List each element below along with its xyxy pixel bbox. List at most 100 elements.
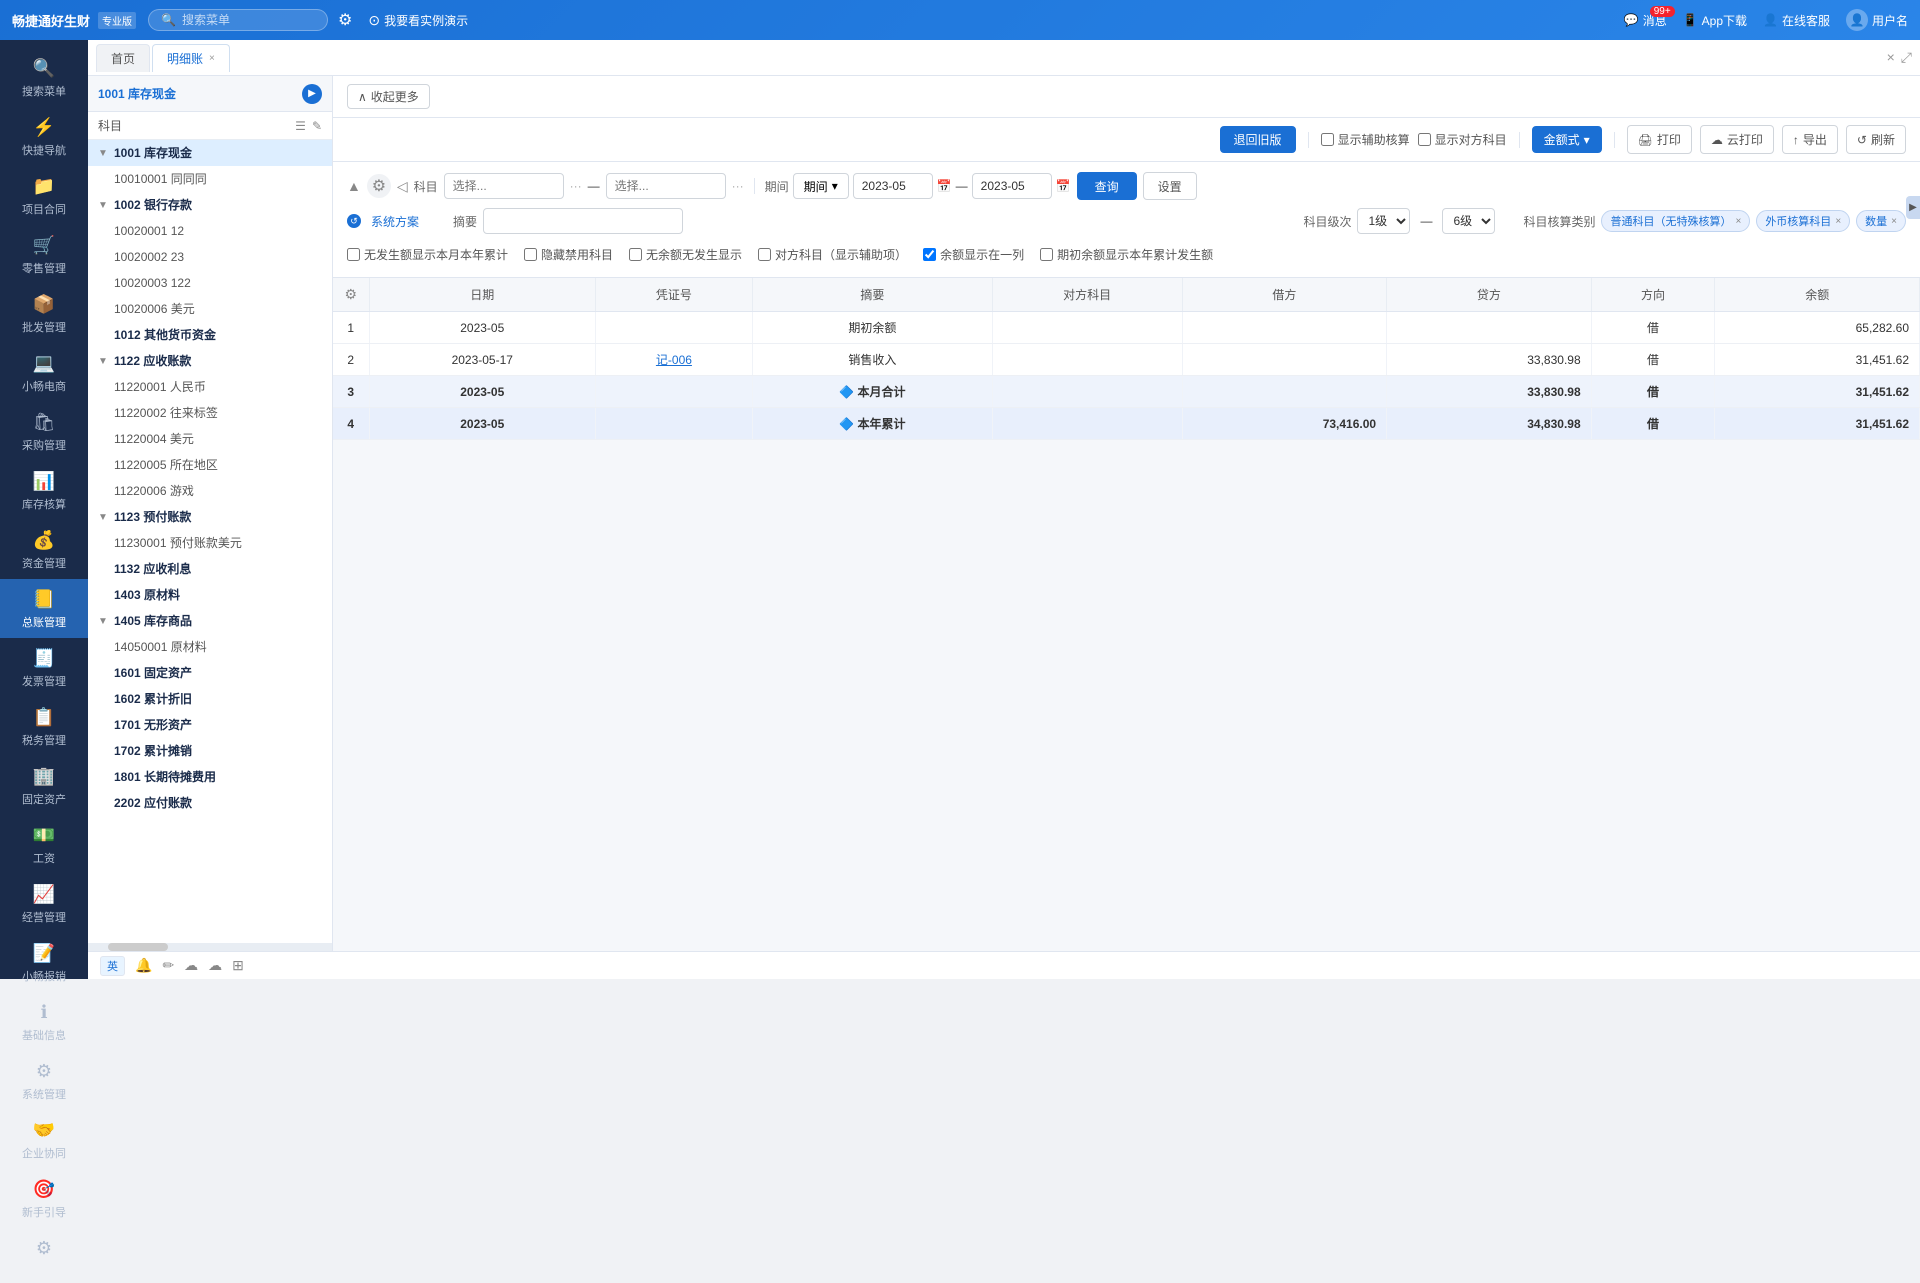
sidebar-item-search[interactable]: 🔍 搜索菜单	[0, 48, 88, 107]
sidebar-item-ecommerce[interactable]: 💻 小畅电商	[0, 343, 88, 402]
sidebar-item-capital[interactable]: 💰 资金管理	[0, 520, 88, 579]
show-aux-accounting-checkbox[interactable]: 显示辅助核算	[1321, 131, 1410, 148]
export-button[interactable]: ↑ 导出	[1782, 125, 1838, 154]
tree-item[interactable]: 10020001 12	[88, 218, 332, 244]
tag-close-icon[interactable]: ×	[1735, 216, 1741, 227]
tree-item[interactable]: 1702 累计摊销	[88, 738, 332, 764]
account-more-icon[interactable]: ···	[570, 179, 582, 193]
tree-item[interactable]: 11220001 人民币	[88, 374, 332, 400]
lang-button[interactable]: 英	[100, 956, 125, 976]
period-type-button[interactable]: 期间 ▾	[793, 173, 849, 199]
sidebar-item-operations[interactable]: 📈 经营管理	[0, 874, 88, 933]
no-balance-input[interactable]	[347, 248, 360, 261]
period-end-input[interactable]	[972, 173, 1052, 199]
sidebar-item-project[interactable]: 📁 项目合同	[0, 166, 88, 225]
tree-item[interactable]: ▼ 1001 库存现金	[88, 140, 332, 166]
tab-close-icon[interactable]: ×	[209, 53, 215, 64]
tree-item[interactable]: 1801 长期待摊费用	[88, 764, 332, 790]
level-start-select[interactable]: 1级2级3级	[1357, 208, 1410, 234]
refresh-button[interactable]: ↺ 刷新	[1846, 125, 1906, 154]
level-end-select[interactable]: 6级5级4级	[1442, 208, 1495, 234]
back-old-version-button[interactable]: 退回旧版	[1220, 126, 1296, 153]
tree-item[interactable]: 1602 累计折旧	[88, 686, 332, 712]
sidebar-item-ledger[interactable]: 📒 总账管理	[0, 579, 88, 638]
sidebar-item-salary[interactable]: 💵 工资	[0, 815, 88, 874]
sidebar-item-cooperation[interactable]: 🤝 企业协同	[0, 1110, 88, 1169]
tree-item[interactable]: 10020003 122	[88, 270, 332, 296]
cloud-icon-1[interactable]: ☁	[184, 957, 198, 974]
query-scheme-arrow[interactable]: ▲	[347, 178, 361, 194]
tree-item[interactable]: 10010001 同同同	[88, 166, 332, 192]
edit-icon[interactable]: ✏	[162, 957, 174, 974]
tag-quantity[interactable]: 数量 ×	[1856, 210, 1906, 232]
balance-one-col-checkbox[interactable]: 余额显示在一列	[923, 246, 1024, 263]
summary-input[interactable]	[483, 208, 683, 234]
show-aux-accounting-input[interactable]	[1321, 133, 1334, 146]
online-service-button[interactable]: 👤 在线客服	[1763, 12, 1830, 29]
tree-item[interactable]: 11220002 往来标签	[88, 400, 332, 426]
top-search-box[interactable]: 🔍	[148, 9, 328, 31]
table-settings-icon[interactable]: ⚙	[344, 286, 357, 302]
cloud-icon-2[interactable]: ☁	[208, 957, 222, 974]
settings-icon[interactable]: ⚙	[338, 10, 352, 30]
tree-item[interactable]: 10020002 23	[88, 244, 332, 270]
grid-icon[interactable]: ⊞	[232, 957, 244, 974]
settings-wheel-icon[interactable]: ⚙	[367, 174, 391, 198]
sidebar-item-fixed-assets[interactable]: 🏢 固定资产	[0, 756, 88, 815]
tab-ledger-detail[interactable]: 明细账 ×	[152, 44, 230, 72]
collapse-panel-icon[interactable]: ◁	[397, 178, 408, 195]
cloud-print-button[interactable]: ☁ 云打印	[1700, 125, 1774, 154]
tag-close-icon[interactable]: ×	[1835, 216, 1841, 227]
voucher-link[interactable]: 记-006	[656, 353, 692, 367]
sidebar-item-inventory[interactable]: 📊 库存核算	[0, 461, 88, 520]
tree-item[interactable]: 11220006 游戏	[88, 478, 332, 504]
no-balance-show-checkbox[interactable]: 无余额无发生显示	[629, 246, 742, 263]
user-profile[interactable]: 👤 用户名	[1846, 9, 1908, 31]
settings-button[interactable]: 设置	[1143, 172, 1197, 200]
tag-normal-account[interactable]: 普通科目（无特殊核算） ×	[1601, 210, 1750, 232]
search-input[interactable]	[182, 13, 322, 27]
filter-more-button[interactable]: ∧ 收起更多	[347, 84, 430, 109]
tree-item[interactable]: 2202 应付账款	[88, 790, 332, 816]
amount-format-button[interactable]: 金额式 ▾	[1532, 126, 1602, 153]
tree-item[interactable]: 1601 固定资产	[88, 660, 332, 686]
sidebar-item-sales-report[interactable]: 📝 小畅报销	[0, 933, 88, 992]
tree-item[interactable]: 11230001 预付账款美元	[88, 530, 332, 556]
tree-item[interactable]: 1012 其他货币资金	[88, 322, 332, 348]
horizontal-scrollbar[interactable]	[88, 943, 332, 951]
tree-item[interactable]: 10020006 美元	[88, 296, 332, 322]
account-nav-button[interactable]: ▶	[302, 84, 322, 104]
tree-item[interactable]: 1403 原材料	[88, 582, 332, 608]
sidebar-item-retail[interactable]: 🛒 零售管理	[0, 225, 88, 284]
hide-disabled-input[interactable]	[524, 248, 537, 261]
tag-foreign-currency[interactable]: 外币核算科目 ×	[1756, 210, 1850, 232]
account-input[interactable]	[444, 173, 564, 199]
tree-item[interactable]: ▼ 1002 银行存款	[88, 192, 332, 218]
show-period-balance-input[interactable]	[1040, 248, 1053, 261]
sidebar-item-system[interactable]: ⚙ 系统管理	[0, 1051, 88, 1110]
sidebar-item-invoice[interactable]: 🧾 发票管理	[0, 638, 88, 697]
show-opposite-account-input[interactable]	[1418, 133, 1431, 146]
sidebar-settings-btn[interactable]: ⚙	[32, 1228, 56, 1271]
sidebar-item-wholesale[interactable]: 📦 批发管理	[0, 284, 88, 343]
calendar-end-icon[interactable]: 📅	[1056, 179, 1071, 193]
tree-item[interactable]: 1132 应收利息	[88, 556, 332, 582]
account-end-more-icon[interactable]: ···	[732, 179, 744, 193]
tree-item[interactable]: 11220005 所在地区	[88, 452, 332, 478]
tree-item[interactable]: 14050001 原材料	[88, 634, 332, 660]
calendar-icon[interactable]: 📅	[937, 179, 952, 193]
sidebar-item-quick-nav[interactable]: ⚡ 快捷导航	[0, 107, 88, 166]
print-button[interactable]: 🖨 打印	[1627, 125, 1692, 154]
show-opposite-item-input[interactable]	[758, 248, 771, 261]
show-opposite-item-checkbox[interactable]: 对方科目（显示辅助项）	[758, 246, 907, 263]
hide-disabled-checkbox[interactable]: 隐藏禁用科目	[524, 246, 613, 263]
tag-close-icon[interactable]: ×	[1891, 216, 1897, 227]
no-balance-show-input[interactable]	[629, 248, 642, 261]
tree-item[interactable]: 11220004 美元	[88, 426, 332, 452]
notification-icon[interactable]: 🔔	[135, 957, 152, 974]
sidebar-item-purchase[interactable]: 🛍 采购管理	[0, 402, 88, 461]
account-tree-edit-icon[interactable]: ✎	[312, 119, 322, 133]
tree-item[interactable]: ▼ 1122 应收账款	[88, 348, 332, 374]
cell-voucher[interactable]: 记-006	[596, 344, 753, 376]
tab-home[interactable]: 首页	[96, 44, 150, 72]
